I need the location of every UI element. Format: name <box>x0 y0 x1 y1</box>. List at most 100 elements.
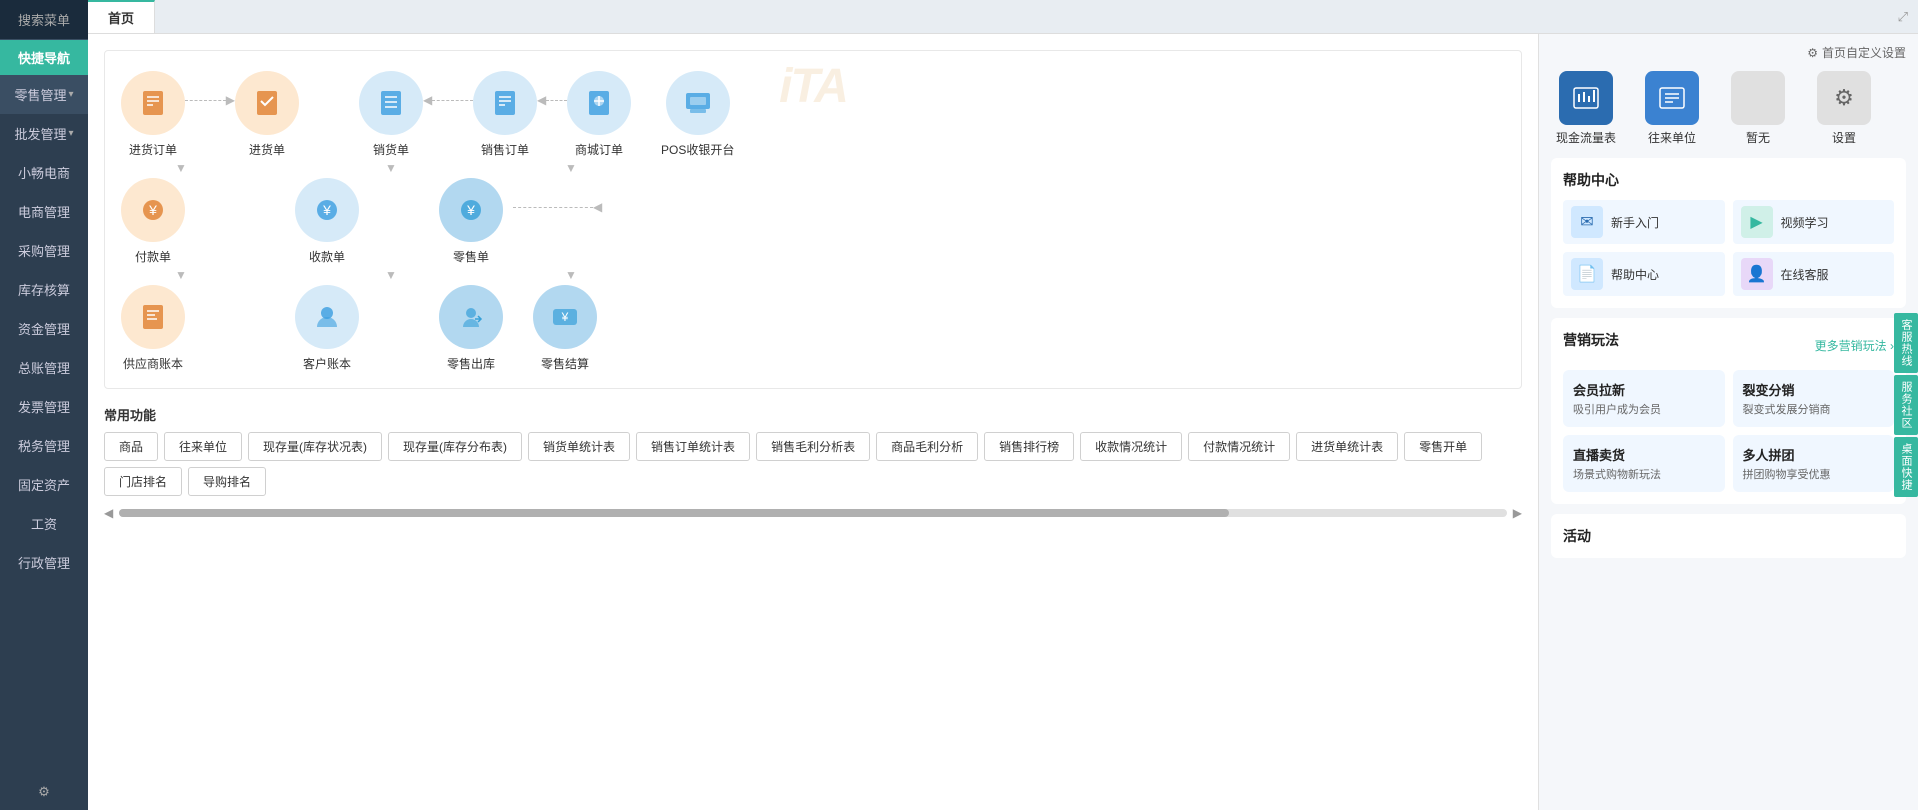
cashflow-label: 现金流量表 <box>1556 129 1616 146</box>
help-item-service[interactable]: 👤 在线客服 <box>1733 252 1895 296</box>
flow-node-sales-order[interactable]: 销售订单 <box>473 71 537 158</box>
func-btn-receipt-stat[interactable]: 收款情况统计 <box>1080 432 1182 461</box>
scroll-track[interactable] <box>119 509 1507 517</box>
mkt-item-fission[interactable]: 裂变分销 裂变式发展分销商 <box>1733 370 1895 427</box>
float-btn-service[interactable]: 客服热线 <box>1894 313 1918 373</box>
flow-node-retail-out[interactable]: 零售出库 <box>439 285 503 372</box>
mkt-item-member[interactable]: 会员拉新 吸引用户成为会员 <box>1563 370 1725 427</box>
quick-access-header: ⚙ 首页自定义设置 <box>1551 44 1906 61</box>
float-buttons: 客服热线 服务社区 桌面快捷 <box>1894 313 1918 497</box>
svg-text:¥: ¥ <box>322 202 331 218</box>
flow-node-supplier-account[interactable]: 供应商账本 <box>121 285 185 372</box>
sidebar-item-tax[interactable]: 税务管理 <box>0 426 88 465</box>
func-btn-sales-margin[interactable]: 销售毛利分析表 <box>756 432 870 461</box>
func-btn-sales-rank[interactable]: 销售排行榜 <box>984 432 1074 461</box>
flow-node-pos[interactable]: POS收银开台 <box>661 71 734 158</box>
sidebar-item-admin[interactable]: 行政管理 <box>0 543 88 582</box>
flow-node-customer-account[interactable]: 客户账本 <box>295 285 359 372</box>
float-btn-community[interactable]: 服务社区 <box>1894 375 1918 435</box>
func-btn-stock-status[interactable]: 现存量(库存状况表) <box>248 432 382 461</box>
sidebar-item-payroll[interactable]: 工资 <box>0 504 88 543</box>
scroll-right-btn[interactable]: ▶ <box>1513 506 1522 520</box>
help-label: 帮助中心 <box>1611 266 1659 283</box>
float-btn-desktop[interactable]: 桌面快捷 <box>1894 437 1918 497</box>
cashflow-icon-box <box>1559 71 1613 125</box>
tab-bar: 首页 ⤢ <box>88 0 1918 34</box>
mkt-live-sub: 场景式购物新玩法 <box>1573 466 1715 482</box>
sidebar-item-ecom-small[interactable]: 小畅电商 <box>0 153 88 192</box>
func-btn-sales-stat[interactable]: 销货单统计表 <box>528 432 630 461</box>
sidebar-item-label: 工资 <box>31 514 57 533</box>
receipt-label: 收款单 <box>309 248 345 265</box>
sales-order-label: 销售订单 <box>481 141 529 158</box>
sidebar-item-ecom-manage[interactable]: 电商管理 <box>0 192 88 231</box>
sidebar-item-label: 税务管理 <box>18 436 70 455</box>
sidebar-item-wholesale[interactable]: 批发管理 ▾ <box>0 114 88 153</box>
func-btn-contacts[interactable]: 往来单位 <box>164 432 242 461</box>
tab-expand-icon[interactable]: ⤢ <box>1888 3 1918 31</box>
func-btn-goods-margin[interactable]: 商品毛利分析 <box>876 432 978 461</box>
sidebar-item-invoice[interactable]: 发票管理 <box>0 387 88 426</box>
common-functions-title: 常用功能 <box>104 405 1522 424</box>
sidebar-item-ledger[interactable]: 总账管理 <box>0 348 88 387</box>
retail-out-icon <box>439 285 503 349</box>
mkt-group-sub: 拼团购物享受优惠 <box>1743 466 1885 482</box>
flow-node-purchase-receipt[interactable]: 进货单 <box>235 71 299 158</box>
scrollbar-row: ◀ ▶ <box>104 506 1522 520</box>
func-btn-purchase-stat[interactable]: 进货单统计表 <box>1296 432 1398 461</box>
tab-home[interactable]: 首页 <box>88 0 155 33</box>
func-btn-sales-order-stat[interactable]: 销售订单统计表 <box>636 432 750 461</box>
quick-icon-contacts[interactable]: 往来单位 <box>1637 71 1707 146</box>
flow-node-payment[interactable]: ¥ 付款单 <box>121 178 185 265</box>
flow-node-mall-order[interactable]: 商城订单 <box>567 71 631 158</box>
none-icon-box <box>1731 71 1785 125</box>
sidebar-item-label: 电商管理 <box>18 202 70 221</box>
sidebar-item-label: 固定资产 <box>18 475 70 494</box>
func-btn-payment-stat[interactable]: 付款情况统计 <box>1188 432 1290 461</box>
svg-text:¥: ¥ <box>148 202 157 218</box>
sales-order-icon <box>473 71 537 135</box>
mkt-item-live[interactable]: 直播卖货 场景式购物新玩法 <box>1563 435 1725 492</box>
sales-receipt-label: 销货单 <box>373 141 409 158</box>
flow-node-receipt[interactable]: ¥ 收款单 <box>295 178 359 265</box>
beginner-icon: ✉ <box>1571 206 1603 238</box>
supplier-account-icon <box>121 285 185 349</box>
none-label: 暂无 <box>1746 129 1770 146</box>
help-grid: ✉ 新手入门 ▶ 视频学习 📄 帮助中心 👤 在线客服 <box>1563 200 1894 296</box>
help-item-video[interactable]: ▶ 视频学习 <box>1733 200 1895 244</box>
retail-settle-icon: ¥ <box>533 285 597 349</box>
sidebar-item-inventory[interactable]: 库存核算 <box>0 270 88 309</box>
sidebar-search[interactable]: 搜索菜单 <box>0 0 88 40</box>
flow-node-sales-receipt[interactable]: 销货单 <box>359 71 423 158</box>
flow-node-retail-order[interactable]: ¥ 零售单 <box>439 178 503 265</box>
marketing-section: 营销玩法 更多营销玩法 › 会员拉新 吸引用户成为会员 裂变分销 裂变式发展分销… <box>1551 318 1906 504</box>
mkt-item-group[interactable]: 多人拼团 拼团购物享受优惠 <box>1733 435 1895 492</box>
func-btn-goods[interactable]: 商品 <box>104 432 158 461</box>
flow-node-purchase-order[interactable]: 进货订单 <box>121 71 185 158</box>
sidebar-item-purchase[interactable]: 采购管理 <box>0 231 88 270</box>
sidebar-item-assets[interactable]: 固定资产 <box>0 465 88 504</box>
scroll-left-btn[interactable]: ◀ <box>104 506 113 520</box>
pos-icon <box>666 71 730 135</box>
marketing-header: 营销玩法 更多营销玩法 › <box>1563 330 1894 360</box>
help-item-help[interactable]: 📄 帮助中心 <box>1563 252 1725 296</box>
func-btn-retail-order[interactable]: 零售开单 <box>1404 432 1482 461</box>
activity-section: 活动 <box>1551 514 1906 558</box>
quick-icon-none[interactable]: 暂无 <box>1723 71 1793 146</box>
help-item-beginner[interactable]: ✉ 新手入门 <box>1563 200 1725 244</box>
sidebar-item-retail[interactable]: 零售管理 ▾ <box>0 75 88 114</box>
func-btn-guide-rank[interactable]: 导购排名 <box>188 467 266 496</box>
sidebar-item-finance[interactable]: 资金管理 <box>0 309 88 348</box>
receipt-icon: ¥ <box>295 178 359 242</box>
sidebar-nav-header: 快捷导航 <box>0 40 88 75</box>
quick-icon-settings[interactable]: ⚙ 设置 <box>1809 71 1879 146</box>
func-btn-store-rank[interactable]: 门店排名 <box>104 467 182 496</box>
sidebar-arrow-retail: ▾ <box>68 89 73 100</box>
func-btn-stock-dist[interactable]: 现存量(库存分布表) <box>388 432 522 461</box>
more-marketing-link[interactable]: 更多营销玩法 › <box>1815 337 1894 354</box>
quick-icon-cashflow[interactable]: 现金流量表 <box>1551 71 1621 146</box>
flow-node-retail-settle[interactable]: ¥ 零售结算 <box>533 285 597 372</box>
sidebar-settings-icon[interactable]: ⚙ <box>0 774 88 810</box>
homepage-settings-link[interactable]: ⚙ 首页自定义设置 <box>1807 44 1906 61</box>
supplier-account-label: 供应商账本 <box>123 355 183 372</box>
